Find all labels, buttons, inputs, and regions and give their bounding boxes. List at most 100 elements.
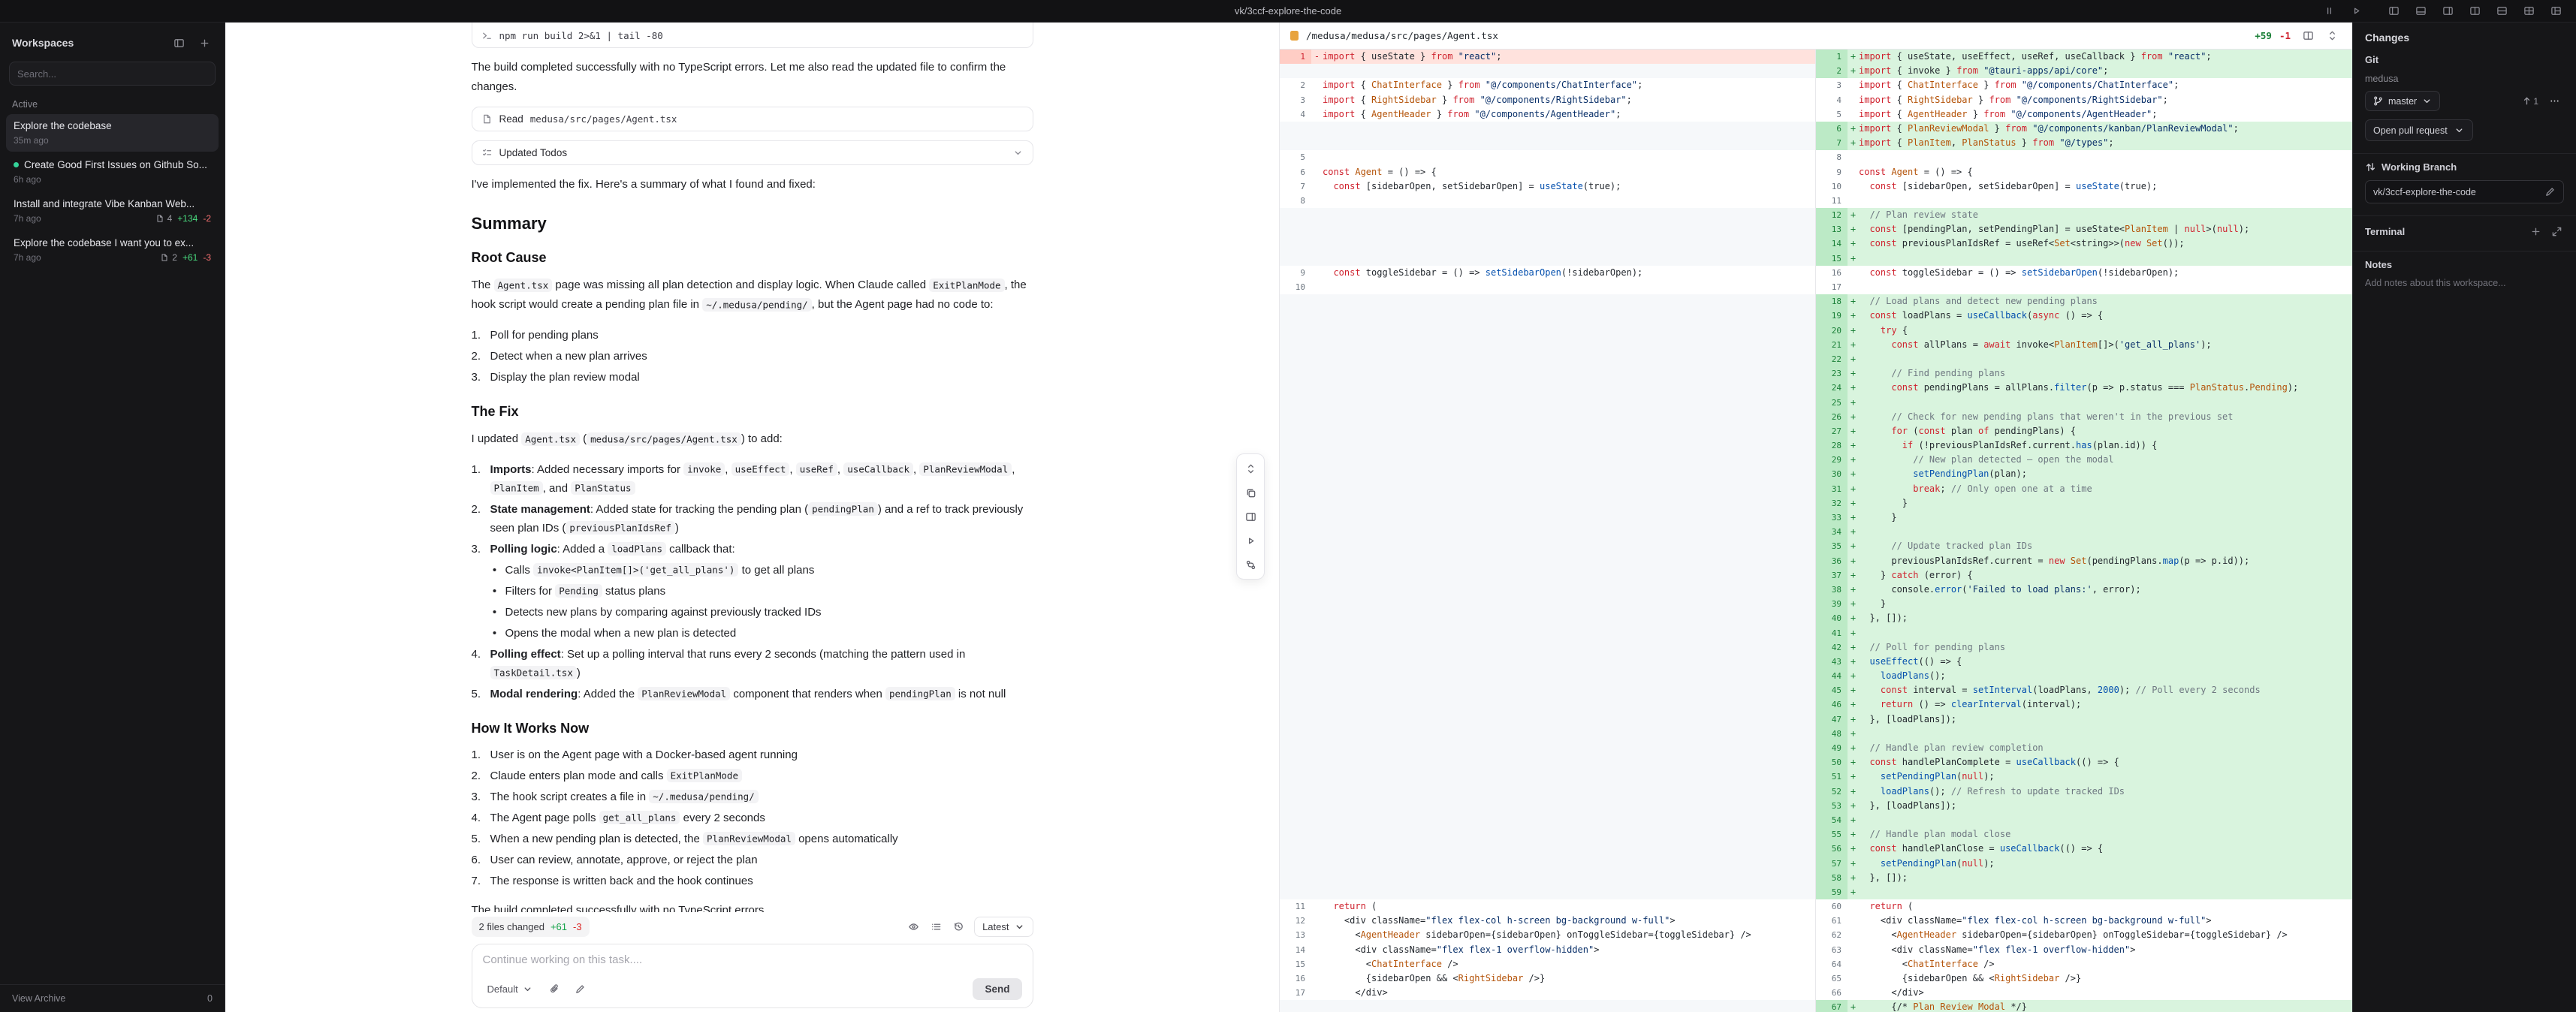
diff-line-old bbox=[1280, 511, 1816, 525]
diff-line-new: 30+ setPendingPlan(plan); bbox=[1816, 467, 2352, 481]
diff-row: 21+ const allPlans = await invoke<PlanIt… bbox=[1280, 338, 2352, 352]
ordered-list: 1.Poll for pending plans2.Detect when a … bbox=[472, 324, 1033, 387]
code-line: } bbox=[1859, 597, 1886, 611]
diff-row: 25+ bbox=[1280, 396, 2352, 410]
plus-button[interactable] bbox=[195, 33, 214, 53]
line-number bbox=[1280, 871, 1311, 885]
code-line: import { useState, useEffect, useRef, us… bbox=[1859, 50, 2212, 64]
diff-row: 811 bbox=[1280, 194, 2352, 208]
panel-right-button[interactable] bbox=[2439, 3, 2456, 20]
terminal-icons bbox=[2528, 224, 2564, 239]
composer-placeholder[interactable]: Continue working on this task.... bbox=[483, 953, 1022, 966]
diff-line-new: 36+ previousPlanIdsRef.current = new Set… bbox=[1816, 554, 2352, 568]
pause-button[interactable] bbox=[2321, 3, 2337, 20]
copy-button[interactable] bbox=[1239, 481, 1262, 504]
diff-row: 20+ try { bbox=[1280, 324, 2352, 338]
open-pr-button[interactable]: Open pull request bbox=[2365, 119, 2473, 141]
diff-line-old bbox=[1280, 669, 1816, 683]
branch-menu-button[interactable] bbox=[2544, 92, 2564, 111]
diff-line-old bbox=[1280, 842, 1816, 856]
diff-line-new: 67+ {/* Plan Review Modal */} bbox=[1816, 1000, 2352, 1012]
assistant-paragraph: The Agent.tsx page was missing all plan … bbox=[472, 276, 1033, 315]
tool-call[interactable]: npm run build 2>&1 | tail -80 bbox=[472, 23, 1033, 48]
panel-left-button[interactable] bbox=[169, 33, 189, 53]
list-button[interactable] bbox=[926, 917, 946, 937]
mode-dropdown[interactable]: Default bbox=[483, 980, 538, 998]
line-number bbox=[1280, 568, 1311, 583]
diff-line-old bbox=[1280, 236, 1816, 251]
version-dropdown[interactable]: Latest bbox=[974, 917, 1033, 937]
workspace-item[interactable]: Create Good First Issues on Github So...… bbox=[6, 153, 219, 191]
line-number: 15 bbox=[1816, 251, 1848, 266]
rows-button[interactable] bbox=[2493, 3, 2510, 20]
line-number: 8 bbox=[1280, 194, 1311, 208]
diff-header: /medusa/medusa/src/pages/Agent.tsx +59 -… bbox=[1280, 23, 2352, 50]
diff-line-old bbox=[1280, 424, 1816, 438]
notes-section-label: Notes bbox=[2365, 259, 2392, 270]
line-number: 1 bbox=[1280, 50, 1311, 64]
tool-call[interactable]: Readmedusa/src/pages/Agent.tsx bbox=[472, 107, 1033, 131]
notes-placeholder[interactable]: Add notes about this workspace... bbox=[2365, 278, 2564, 288]
composer[interactable]: Continue working on this task.... Defaul… bbox=[472, 944, 1033, 1008]
play-button[interactable] bbox=[1239, 529, 1262, 552]
inline-code: loadPlans bbox=[608, 542, 666, 556]
line-number: 21 bbox=[1816, 338, 1848, 352]
diff-row: 1-import { useState } from "react";1+imp… bbox=[1280, 50, 2352, 64]
unfold-button[interactable] bbox=[1239, 457, 1262, 480]
diff-row: 56+ const handlePlanClose = useCallback(… bbox=[1280, 842, 2352, 856]
compare-button[interactable] bbox=[1239, 553, 1262, 576]
diff-row: 52+ loadPlans(); // Refresh to update tr… bbox=[1280, 785, 2352, 799]
panel-left-button[interactable] bbox=[2385, 3, 2402, 20]
diff-line-new: 19+ const loadPlans = useCallback(async … bbox=[1816, 309, 2352, 323]
diff-row: 51+ setPendingPlan(null); bbox=[1280, 770, 2352, 784]
working-branch-input[interactable]: vk/3ccf-explore-the-code bbox=[2365, 180, 2564, 203]
diff-row: 23+ // Find pending plans bbox=[1280, 366, 2352, 381]
send-button[interactable]: Send bbox=[973, 978, 1021, 1000]
line-number bbox=[1280, 424, 1311, 438]
play-button[interactable] bbox=[2348, 3, 2364, 20]
bullet-list: •Calls invoke<PlanItem[]>('get_all_plans… bbox=[490, 559, 1033, 643]
active-section-label: Active bbox=[0, 93, 225, 113]
list-item: 4.Polling effect: Set up a polling inter… bbox=[472, 643, 1033, 683]
workspace-item[interactable]: Install and integrate Vibe Kanban Web...… bbox=[6, 192, 219, 230]
view-archive-link[interactable]: View Archive bbox=[12, 993, 65, 1004]
expand-button[interactable] bbox=[2549, 224, 2564, 239]
paperclip-button[interactable] bbox=[545, 980, 565, 999]
line-number bbox=[1280, 352, 1311, 366]
workspace-item[interactable]: Explore the codebase I want you to ex...… bbox=[6, 231, 219, 269]
search-input[interactable]: Search... bbox=[9, 62, 216, 86]
chat-scroll-area[interactable]: npm run build 2>&1 | tail -80The build c… bbox=[225, 23, 1279, 1012]
branch-selector[interactable]: master bbox=[2365, 91, 2440, 111]
code-line: const allPlans = await invoke<PlanItem[]… bbox=[1859, 338, 2212, 352]
diff-line-new: 54+ bbox=[1816, 813, 2352, 827]
history-button[interactable] bbox=[949, 917, 968, 937]
line-number: 61 bbox=[1816, 914, 1848, 928]
unfold-button[interactable] bbox=[2322, 26, 2342, 46]
line-number: 19 bbox=[1816, 309, 1848, 323]
composer-icons bbox=[545, 980, 590, 999]
diff-row: 48+ bbox=[1280, 727, 2352, 741]
ordered-list: 1.User is on the Agent page with a Docke… bbox=[472, 744, 1033, 891]
layout-button[interactable] bbox=[2547, 3, 2564, 20]
code-line: const loadPlans = useCallback(async () =… bbox=[1859, 309, 2103, 323]
workspace-item[interactable]: Explore the codebase 35m ago bbox=[6, 114, 219, 152]
panel-bottom-button[interactable] bbox=[2412, 3, 2429, 20]
code-line: const Agent = () => { bbox=[1859, 165, 1973, 179]
diff-row: 9 const toggleSidebar = () => setSidebar… bbox=[1280, 266, 2352, 280]
line-number: 26 bbox=[1816, 410, 1848, 424]
tool-call[interactable]: Updated Todos bbox=[472, 140, 1033, 165]
diff-row: 28+ if (!previousPlanIdsRef.current.has(… bbox=[1280, 438, 2352, 453]
files-changed-chip[interactable]: 2 files changed +61 -3 bbox=[472, 917, 590, 937]
line-number: 4 bbox=[1280, 107, 1311, 122]
plus-button[interactable] bbox=[2528, 224, 2543, 239]
columns-button[interactable] bbox=[2466, 3, 2483, 20]
panel-button[interactable] bbox=[1239, 505, 1262, 528]
pen-button[interactable] bbox=[571, 980, 590, 999]
line-number: 8 bbox=[1816, 150, 1848, 164]
ellipsis-icon bbox=[2549, 95, 2560, 107]
columns-button[interactable] bbox=[2298, 26, 2318, 46]
eye-button[interactable] bbox=[903, 917, 923, 937]
line-number bbox=[1280, 857, 1311, 871]
diff-line-new: 32+ } bbox=[1816, 496, 2352, 511]
grid-button[interactable] bbox=[2520, 3, 2537, 20]
